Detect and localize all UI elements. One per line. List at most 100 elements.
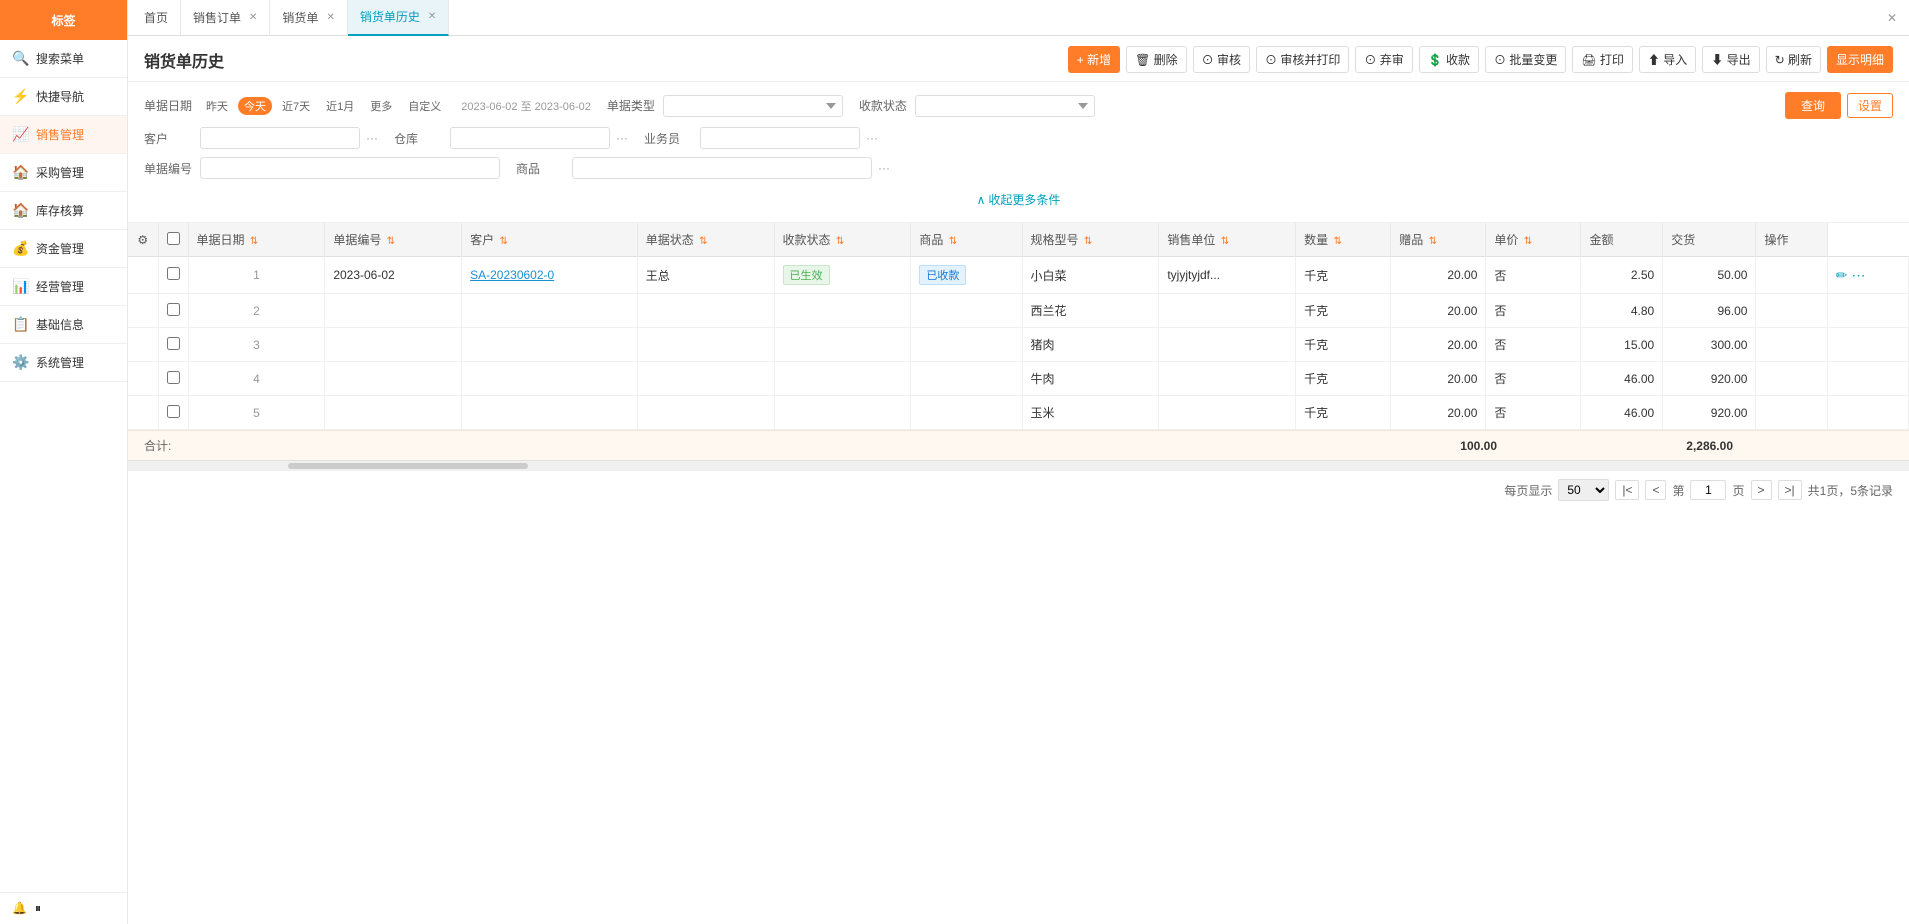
th-gift[interactable]: 赠品 ⇅ [1391,223,1486,257]
sidebar-item-system-mgmt[interactable]: ⚙️ 系统管理 [0,344,127,382]
product-input[interactable] [572,157,872,179]
tab-sales-history[interactable]: 销货单历史 ✕ [348,0,449,36]
row-select-4[interactable] [167,405,180,418]
tab-close-sales-order[interactable]: ✕ [249,12,257,23]
import-button[interactable]: ⬆ 导入 [1639,46,1696,73]
sort-icon-product: ⇅ [949,236,957,247]
table-row: 5 玉米 千克 20.00 否 46.00 920.00 [128,396,1909,430]
th-checkbox[interactable] [158,223,188,257]
tab-home[interactable]: 首页 [132,0,181,36]
th-amount: 金额 [1581,223,1663,257]
more-ops-icon-0[interactable]: ⋯ [1851,267,1865,284]
payment-status-select[interactable] [915,95,1095,117]
th-gear[interactable]: ⚙ [128,223,158,257]
collapse-button[interactable]: ∧ 收起更多条件 [973,187,1065,212]
query-button[interactable]: 查询 [1785,92,1841,119]
sidebar-item-operations-mgmt[interactable]: 📊 经营管理 [0,268,127,306]
tab-close-sales-history[interactable]: ✕ [428,11,436,22]
show-detail-button[interactable]: 显示明细 [1827,46,1893,73]
tab-sales-delivery[interactable]: 销货单 ✕ [270,0,347,36]
select-all-checkbox[interactable] [167,232,180,245]
th-unit[interactable]: 销售单位 ⇅ [1159,223,1296,257]
sidebar-item-label: 系统管理 [36,354,84,371]
row-select-3[interactable] [167,371,180,384]
date-tag-1month[interactable]: 近1月 [320,97,360,115]
th-date[interactable]: 单据日期 ⇅ [188,223,325,257]
sidebar-item-base-info[interactable]: 📋 基础信息 [0,306,127,344]
doc-no-input[interactable] [200,157,500,179]
row-checkbox-0[interactable] [158,257,188,294]
main-content: 首页 销售订单 ✕ 销货单 ✕ 销货单历史 ✕ ✕ 销货单历史 + 新增 🗑 删… [128,0,1909,924]
abandon-button[interactable]: ⊙ 弃审 [1355,46,1412,73]
customer-input[interactable] [200,127,360,149]
date-tag-7days[interactable]: 近7天 [276,97,316,115]
sidebar-item-inventory-calc[interactable]: 🏠 库存核算 [0,192,127,230]
row-select-2[interactable] [167,337,180,350]
product-select-icon[interactable]: ··· [878,161,890,175]
date-tag-yesterday[interactable]: 昨天 [200,97,234,115]
sidebar-item-label: 库存核算 [36,202,84,219]
setup-button[interactable]: 设置 [1847,93,1893,118]
th-price[interactable]: 单价 ⇅ [1486,223,1581,257]
tab-close-all[interactable]: ✕ [1887,11,1905,25]
row-ops-4 [1827,396,1908,430]
row-product-2: 猪肉 [1022,328,1159,362]
agent-input[interactable] [700,127,860,149]
refresh-button[interactable]: ↻ 刷新 [1766,46,1821,73]
sidebar-item-sales-mgmt[interactable]: 📈 销售管理 [0,116,127,154]
date-tag-more[interactable]: 更多 [364,97,398,115]
collect-button[interactable]: 💲 收款 [1419,46,1479,73]
page-next-button[interactable]: > [1751,480,1772,500]
pause-icon[interactable]: ⏸ [35,901,41,916]
date-tag-today[interactable]: 今天 [238,97,272,115]
batch-change-button[interactable]: ⊙ 批量变更 [1485,46,1566,73]
row-checkbox-3[interactable] [158,362,188,396]
tab-sales-order[interactable]: 销售订单 ✕ [181,0,270,36]
row-checkbox-4[interactable] [158,396,188,430]
audit-button[interactable]: ⊙ 审核 [1193,46,1250,73]
sidebar-item-purchase-mgmt[interactable]: 🏠 采购管理 [0,154,127,192]
th-product[interactable]: 商品 ⇅ [911,223,1022,257]
row-checkbox-2[interactable] [158,328,188,362]
tab-close-sales-delivery[interactable]: ✕ [326,12,334,23]
doc-type-select[interactable] [663,95,843,117]
th-doc-no[interactable]: 单据编号 ⇅ [325,223,462,257]
agent-select-icon[interactable]: ··· [866,131,878,145]
row-select-1[interactable] [167,303,180,316]
row-checkbox-1[interactable] [158,294,188,328]
warehouse-select-icon[interactable]: ··· [616,131,628,145]
edit-icon-0[interactable]: ✏ [1836,267,1848,284]
sidebar-item-search-menu[interactable]: 🔍 搜索菜单 [0,40,127,78]
per-page-select[interactable]: 50 100 200 [1558,479,1609,501]
print-button[interactable]: 🖨 打印 [1572,46,1633,73]
row-gift-3: 否 [1486,362,1581,396]
page-number-input[interactable] [1690,480,1726,500]
warehouse-input[interactable] [450,127,610,149]
page-last-button[interactable]: >| [1778,480,1802,500]
scrollbar-thumb[interactable] [288,463,528,469]
horizontal-scrollbar[interactable] [128,460,1909,470]
th-qty[interactable]: 数量 ⇅ [1296,223,1391,257]
export-button[interactable]: ⬇ 导出 [1702,46,1759,73]
th-customer[interactable]: 客户 ⇅ [462,223,638,257]
row-doc-no-4 [462,396,638,430]
page-prev-button[interactable]: < [1645,480,1666,500]
row-doc-no-0[interactable]: SA-20230602-0 [462,257,638,294]
customer-select-icon[interactable]: ··· [366,131,378,145]
page-first-button[interactable]: |< [1615,480,1639,500]
row-product-3: 牛肉 [1022,362,1159,396]
date-tag-custom[interactable]: 自定义 [402,97,447,115]
chevron-up-icon: ∧ [977,193,986,207]
th-doc-status[interactable]: 单据状态 ⇅ [637,223,774,257]
sidebar-item-quick-nav[interactable]: ⚡ 快捷导航 [0,78,127,116]
new-button[interactable]: + 新增 [1068,46,1120,73]
th-payment-status[interactable]: 收款状态 ⇅ [774,223,911,257]
sidebar-item-label: 采购管理 [36,164,84,181]
delete-button[interactable]: 🗑 删除 [1126,46,1187,73]
th-spec[interactable]: 规格型号 ⇅ [1022,223,1159,257]
sidebar-item-capital-mgmt[interactable]: 💰 资金管理 [0,230,127,268]
row-select-0[interactable] [167,267,180,280]
notification-icon[interactable]: 🔔 [12,901,27,916]
audit-print-button[interactable]: ⊙ 审核并打印 [1256,46,1349,73]
doc-no-link-0[interactable]: SA-20230602-0 [470,268,554,282]
